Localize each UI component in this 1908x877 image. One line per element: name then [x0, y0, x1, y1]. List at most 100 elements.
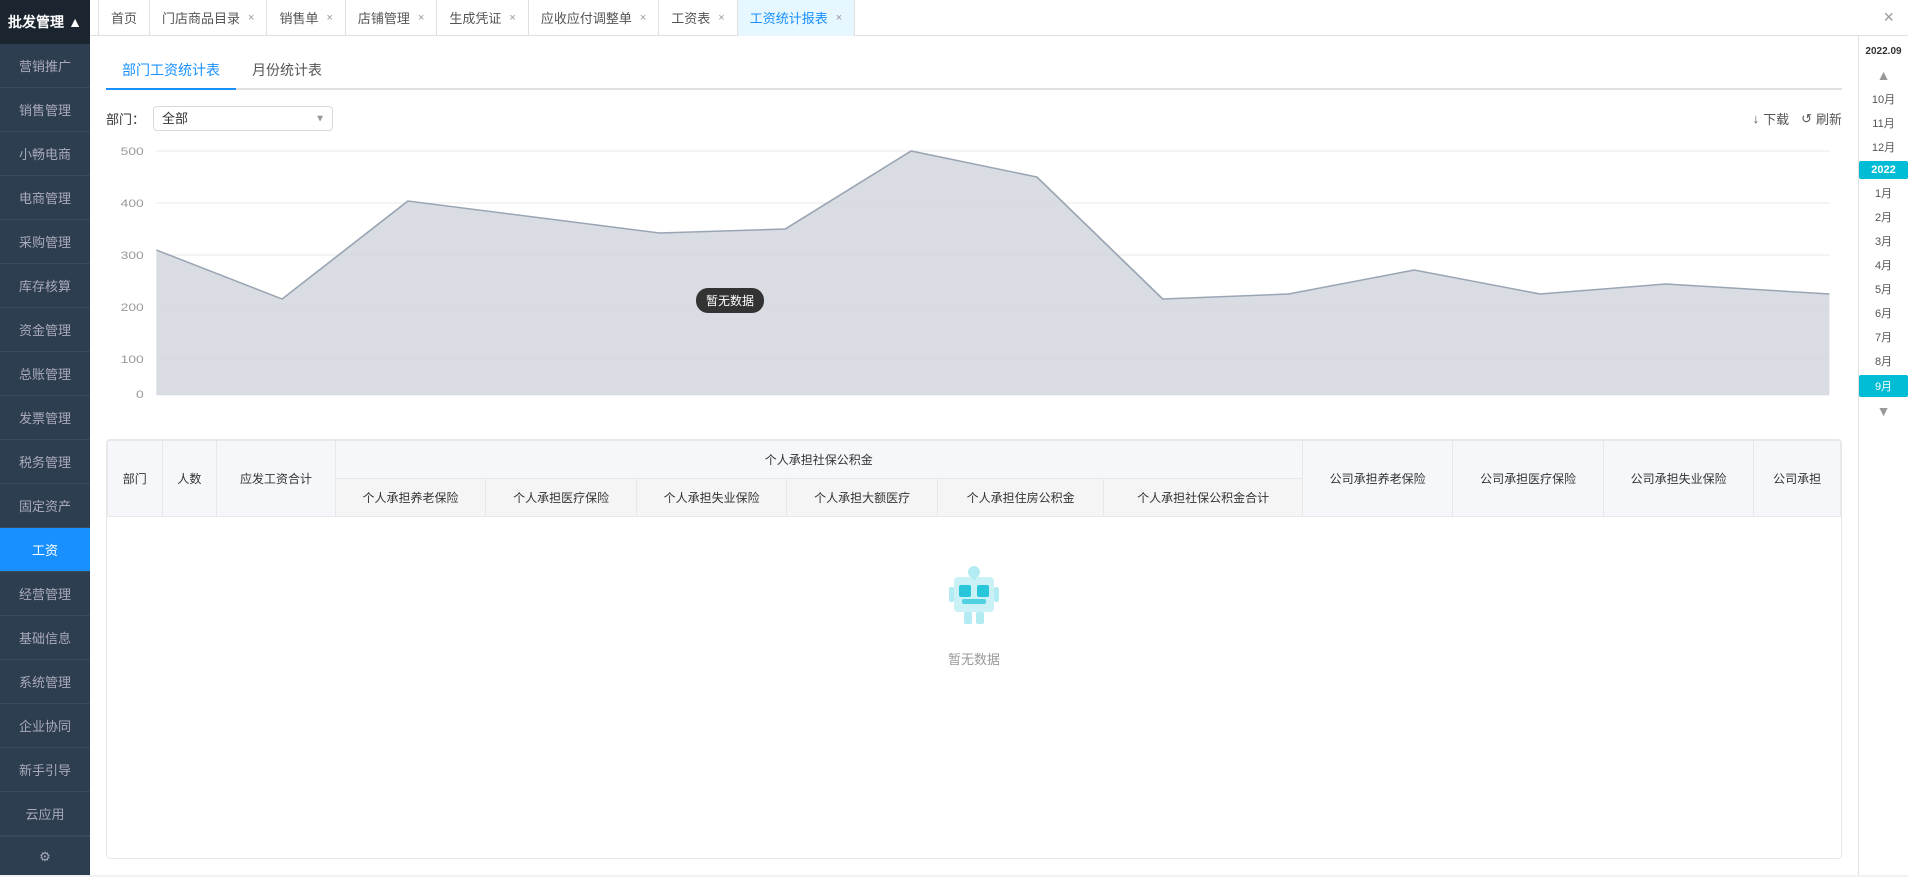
tab-payroll-report[interactable]: 工资统计报表 × [738, 0, 855, 36]
sidebar-item-fpgl[interactable]: 发票管理 [0, 396, 90, 440]
sidebar-item-zzgl[interactable]: 总账管理 [0, 352, 90, 396]
timeline-month-9[interactable]: 9月 [1859, 375, 1908, 397]
chart-tooltip: 暂无数据 [696, 288, 764, 313]
sidebar-item-jygl[interactable]: 经营管理 [0, 572, 90, 616]
dept-select-wrapper: 全部 [153, 106, 333, 131]
sidebar-item-yyyy[interactable]: 云应用 [0, 792, 90, 836]
col-personal-total: 个人承担社保公积金合计 [1104, 479, 1302, 517]
page-content: 部门工资统计表 月份统计表 部门： 全部 ↓ 下载 [90, 36, 1858, 875]
tab-sales-order[interactable]: 销售单 × [267, 0, 345, 36]
col-personal-housing: 个人承担住房公积金 [937, 479, 1104, 517]
sidebar-item-swgl[interactable]: 税务管理 [0, 440, 90, 484]
sidebar-item-xcdsc[interactable]: 小畅电商 [0, 132, 90, 176]
timeline-month-5[interactable]: 5月 [1859, 277, 1908, 301]
sidebar-item-xtgl[interactable]: 系统管理 [0, 660, 90, 704]
table-group-header-row: 部门 人数 应发工资合计 个人承担社保公积金 公司承担养老保险 公司承担医疗保险… [108, 441, 1841, 479]
sidebar-item-qyxt[interactable]: 企业协同 [0, 704, 90, 748]
col-personal-pension: 个人承担养老保险 [335, 479, 486, 517]
sidebar-item-dscgl[interactable]: 电商管理 [0, 176, 90, 220]
sidebar-item-cggl[interactable]: 采购管理 [0, 220, 90, 264]
sidebar-item-xsgl[interactable]: 销售管理 [0, 88, 90, 132]
sub-tab-dept[interactable]: 部门工资统计表 [106, 52, 236, 90]
timeline-month-10[interactable]: 10月 [1859, 87, 1908, 111]
chart-container: 500 400 300 200 100 0 [106, 143, 1842, 423]
empty-state: 暂无数据 [107, 517, 1841, 708]
tab-home-label: 首页 [111, 8, 137, 27]
toolbar: 部门： 全部 ↓ 下载 ↺ 刷新 [106, 106, 1842, 131]
svg-text:0: 0 [136, 388, 144, 400]
empty-icon [934, 557, 1014, 637]
tab-store-manage[interactable]: 店铺管理 × [346, 0, 437, 36]
download-icon: ↓ [1753, 111, 1760, 126]
tab-gen-voucher-label: 生成凭证 [449, 8, 501, 27]
col-total-salary: 应发工资合计 [217, 441, 336, 517]
col-group-personal: 个人承担社保公积金 [335, 441, 1302, 479]
svg-text:300: 300 [121, 249, 144, 261]
tab-gen-voucher-close[interactable]: × [509, 12, 515, 24]
sidebar-item-gdze[interactable]: 固定资产 [0, 484, 90, 528]
data-table-container: 部门 人数 应发工资合计 个人承担社保公积金 公司承担养老保险 公司承担医疗保险… [106, 439, 1842, 859]
download-label: 下载 [1763, 109, 1789, 128]
dept-select[interactable]: 全部 [153, 106, 333, 131]
sidebar-item-zjgl[interactable]: 资金管理 [0, 308, 90, 352]
sidebar-settings[interactable]: ⚙ [0, 836, 90, 877]
sidebar-header[interactable]: 批发管理 ▲ [0, 0, 90, 44]
tab-payroll-report-label: 工资统计报表 [750, 8, 828, 27]
action-buttons: ↓ 下载 ↺ 刷新 [1753, 109, 1842, 128]
timeline-month-4[interactable]: 4月 [1859, 253, 1908, 277]
timeline-month-11[interactable]: 11月 [1859, 111, 1908, 135]
tab-store-catalog-label: 门店商品目录 [162, 8, 240, 27]
tab-home[interactable]: 首页 [98, 0, 150, 36]
sidebar-item-kchs[interactable]: 库存核算 [0, 264, 90, 308]
empty-text: 暂无数据 [948, 649, 1000, 668]
tab-bar: 首页 门店商品目录 × 销售单 × 店铺管理 × 生成凭证 × 应收应付调整单 … [90, 0, 1908, 36]
sub-tab-bar: 部门工资统计表 月份统计表 [106, 52, 1842, 90]
timeline-month-7[interactable]: 7月 [1859, 325, 1908, 349]
timeline-month-8[interactable]: 8月 [1859, 349, 1908, 373]
timeline-month-2[interactable]: 2月 [1859, 205, 1908, 229]
timeline-nav-down[interactable]: ▼ [1873, 399, 1895, 423]
tab-gen-voucher[interactable]: 生成凭证 × [437, 0, 528, 36]
tab-payroll[interactable]: 工资表 × [659, 0, 737, 36]
timeline-year-label: 2022.09 [1863, 44, 1903, 59]
sidebar-item-xsyd[interactable]: 新手引导 [0, 748, 90, 792]
tab-ar-ap[interactable]: 应收应付调整单 × [529, 0, 659, 36]
tab-store-catalog[interactable]: 门店商品目录 × [150, 0, 267, 36]
sidebar-item-gz[interactable]: 工资 [0, 528, 90, 572]
close-all-tabs[interactable]: × [1877, 7, 1900, 28]
timeline-year-2022[interactable]: 2022 [1859, 161, 1908, 179]
timeline-panel: 2022.09 ▲ 10月 11月 12月 2022 1月 2月 3月 4月 5… [1858, 36, 1908, 875]
tab-payroll-report-close[interactable]: × [836, 12, 842, 24]
svg-text:400: 400 [121, 197, 144, 209]
tab-store-catalog-close[interactable]: × [248, 12, 254, 24]
col-company-unemploy: 公司承担失业保险 [1603, 441, 1754, 517]
tab-sales-order-close[interactable]: × [326, 12, 332, 24]
sub-tab-month[interactable]: 月份统计表 [236, 52, 338, 90]
timeline-month-3[interactable]: 3月 [1859, 229, 1908, 253]
col-personal-medical: 个人承担医疗保险 [486, 479, 637, 517]
tab-store-manage-label: 店铺管理 [358, 8, 410, 27]
sidebar: 批发管理 ▲ 营销推广 销售管理 小畅电商 电商管理 采购管理 库存核算 资金管… [0, 0, 90, 875]
tab-store-manage-close[interactable]: × [418, 12, 424, 24]
filter-dept-label: 部门： [106, 109, 145, 128]
tab-sales-order-label: 销售单 [279, 8, 318, 27]
content-area: 部门工资统计表 月份统计表 部门： 全部 ↓ 下载 [90, 36, 1908, 875]
timeline-month-6[interactable]: 6月 [1859, 301, 1908, 325]
timeline-month-12[interactable]: 12月 [1859, 135, 1908, 159]
data-table: 部门 人数 应发工资合计 个人承担社保公积金 公司承担养老保险 公司承担医疗保险… [107, 440, 1841, 517]
sidebar-item-jcxx[interactable]: 基础信息 [0, 616, 90, 660]
sidebar-item-yxytg[interactable]: 营销推广 [0, 44, 90, 88]
svg-text:500: 500 [121, 145, 144, 157]
tab-ar-ap-close[interactable]: × [640, 12, 646, 24]
col-company-pension: 公司承担养老保险 [1302, 441, 1453, 517]
tab-payroll-close[interactable]: × [718, 12, 724, 24]
download-button[interactable]: ↓ 下载 [1753, 109, 1790, 128]
filter-row: 部门： 全部 [106, 106, 333, 131]
col-personal-unemploy: 个人承担失业保险 [636, 479, 787, 517]
timeline-nav-up[interactable]: ▲ [1873, 63, 1895, 87]
refresh-button[interactable]: ↺ 刷新 [1801, 109, 1842, 128]
timeline-month-1[interactable]: 1月 [1859, 181, 1908, 205]
refresh-icon: ↺ [1801, 111, 1812, 127]
svg-text:200: 200 [121, 301, 144, 313]
col-dept: 部门 [108, 441, 163, 517]
